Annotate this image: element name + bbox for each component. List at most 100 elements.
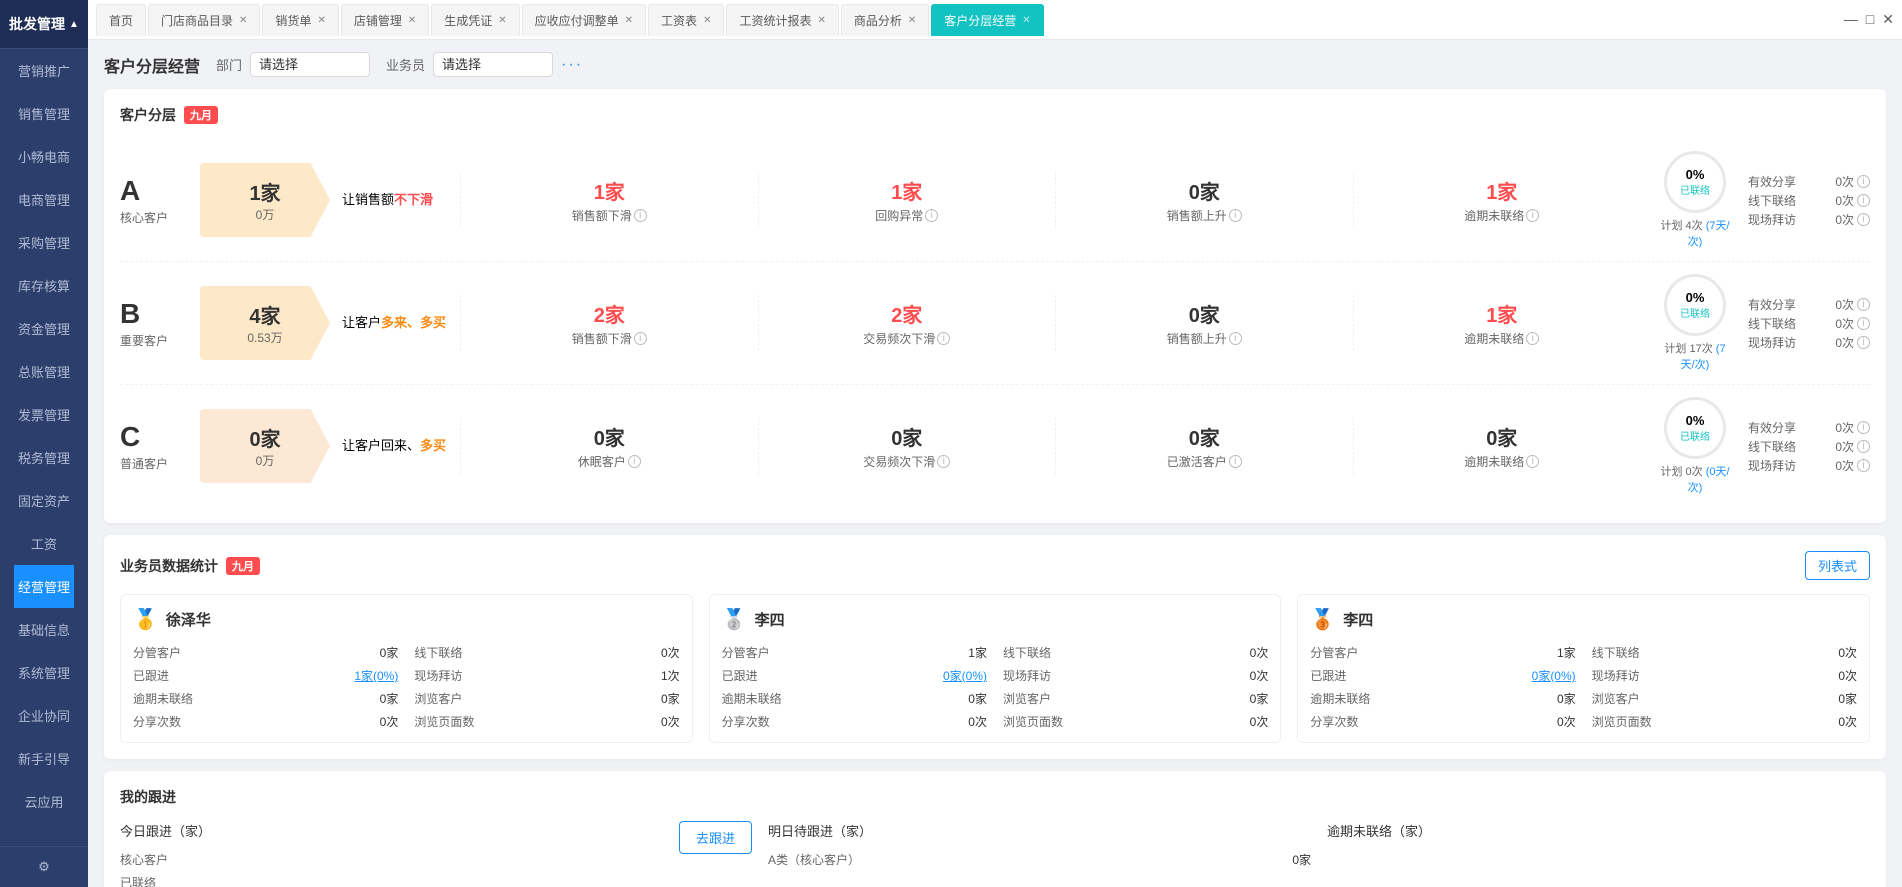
info-icon[interactable]: i xyxy=(1857,421,1870,434)
info-icon[interactable]: i xyxy=(937,455,950,468)
contact-circle: 0% 已联络 xyxy=(1664,274,1726,336)
tier-stat-item: 1家 销售额下滑 i xyxy=(460,172,758,228)
tab-close-icon[interactable]: ✕ xyxy=(908,15,916,26)
info-icon[interactable]: i xyxy=(1857,194,1870,207)
stat-number: 0家 xyxy=(1064,176,1345,205)
tier-stat-item: 2家 销售额下滑 i xyxy=(460,295,758,351)
stat-value[interactable]: 0家(0%) xyxy=(943,667,987,684)
tab-close-icon[interactable]: ✕ xyxy=(498,15,506,26)
tab-label: 门店商品目录 xyxy=(161,12,233,29)
info-icon[interactable]: i xyxy=(634,332,647,345)
stat-value[interactable]: 1家(0%) xyxy=(354,667,398,684)
info-icon[interactable]: i xyxy=(1857,317,1870,330)
sidebar-item-小畅电商[interactable]: 小畅电商 xyxy=(14,135,74,178)
info-icon[interactable]: i xyxy=(1857,336,1870,349)
info-icon[interactable]: i xyxy=(1526,455,1539,468)
tier-contact-col: 0% 已联络 计划 0次 (0天/次) xyxy=(1650,397,1740,495)
sidebar-item-营销推广[interactable]: 营销推广 xyxy=(14,49,74,92)
tab-店铺管理[interactable]: 店铺管理✕ xyxy=(341,4,429,36)
sidebar-item-销售管理[interactable]: 销售管理 xyxy=(14,92,74,135)
sidebar-collapse-icon[interactable]: ▲ xyxy=(69,19,79,30)
tab-生成凭证[interactable]: 生成凭证✕ xyxy=(431,4,519,36)
sidebar-item-基础信息[interactable]: 基础信息 xyxy=(14,608,74,651)
info-icon[interactable]: i xyxy=(1857,298,1870,311)
side-stat-label: 有效分享 xyxy=(1748,173,1796,190)
info-icon[interactable]: i xyxy=(1526,209,1539,222)
tier-count-box: 0家 0万 xyxy=(200,409,330,483)
sidebar-item-电商管理[interactable]: 电商管理 xyxy=(14,178,74,221)
sidebar-item-采购管理[interactable]: 采购管理 xyxy=(14,221,74,264)
info-icon[interactable]: i xyxy=(628,455,641,468)
info-icon[interactable]: i xyxy=(1857,175,1870,188)
stat-value[interactable]: 0家(0%) xyxy=(1532,667,1576,684)
sidebar-item-系统管理[interactable]: 系统管理 xyxy=(14,651,74,694)
sidebar-item-总账管理[interactable]: 总账管理 xyxy=(14,350,74,393)
window-maximize-icon[interactable]: □ xyxy=(1866,11,1874,28)
tab-close-icon[interactable]: ✕ xyxy=(625,15,633,26)
dept-select[interactable]: 请选择 xyxy=(250,52,370,77)
side-stat-row: 线下联络 0次 i xyxy=(1748,315,1870,332)
staff-stat-row: 分管客户 0家 xyxy=(133,644,398,661)
stat-label: 分享次数 xyxy=(133,713,181,730)
stat-number: 2家 xyxy=(469,299,750,328)
sidebar-item-云应用[interactable]: 云应用 xyxy=(14,780,74,823)
window-minimize-icon[interactable]: — xyxy=(1844,11,1858,28)
info-icon[interactable]: i xyxy=(1526,332,1539,345)
sidebar-item-企业协同[interactable]: 企业协同 xyxy=(14,694,74,737)
contact-tag: 已联络 xyxy=(1680,428,1710,443)
contact-plan-link[interactable]: (7天/次) xyxy=(1681,343,1726,371)
info-icon[interactable]: i xyxy=(1229,209,1242,222)
sidebar-item-经营管理[interactable]: 经营管理 xyxy=(14,565,74,608)
info-icon[interactable]: i xyxy=(1229,455,1242,468)
tab-close-icon[interactable]: ✕ xyxy=(1022,15,1030,26)
info-icon[interactable]: i xyxy=(937,332,950,345)
sidebar-item-固定资产[interactable]: 固定资产 xyxy=(14,479,74,522)
stat-label: 已跟进 xyxy=(722,667,758,684)
sidebar-item-资金管理[interactable]: 资金管理 xyxy=(14,307,74,350)
goto-followup-button[interactable]: 去跟进 xyxy=(679,821,752,854)
tier-count-num: 4家 xyxy=(247,300,282,329)
tab-close-icon[interactable]: ✕ xyxy=(817,15,825,26)
sidebar-item-新手引导[interactable]: 新手引导 xyxy=(14,737,74,780)
sidebar-item-工资[interactable]: 工资 xyxy=(14,522,74,565)
tier-stat-item: 0家 销售额上升 i xyxy=(1055,295,1353,351)
tab-close-icon[interactable]: ✕ xyxy=(317,15,325,26)
tab-首页[interactable]: 首页 xyxy=(96,4,146,36)
tier-letter: C xyxy=(120,421,200,453)
staff-select[interactable]: 请选择 xyxy=(433,52,553,77)
window-close-icon[interactable]: ✕ xyxy=(1882,11,1894,28)
tab-close-icon[interactable]: ✕ xyxy=(703,15,711,26)
sidebar-top[interactable]: 批发管理 ▲ xyxy=(0,0,88,49)
tab-工资统计报表[interactable]: 工资统计报表✕ xyxy=(726,4,838,36)
stat-label: 浏览客户 xyxy=(414,690,462,707)
info-icon[interactable]: i xyxy=(1857,459,1870,472)
tier-amount: 0.53万 xyxy=(247,329,282,346)
info-icon[interactable]: i xyxy=(925,209,938,222)
info-icon[interactable]: i xyxy=(634,209,647,222)
contact-plan-link[interactable]: (7天/次) xyxy=(1688,220,1730,248)
sidebar-item-税务管理[interactable]: 税务管理 xyxy=(14,436,74,479)
list-view-button[interactable]: 列表式 xyxy=(1805,551,1870,580)
tab-门店商品目录[interactable]: 门店商品目录 ✕ xyxy=(148,4,260,36)
contact-plan-link[interactable]: (0天/次) xyxy=(1688,466,1730,494)
tab-商品分析[interactable]: 商品分析✕ xyxy=(841,4,929,36)
side-stat-label: 有效分享 xyxy=(1748,296,1796,313)
tab-close-icon[interactable]: ✕ xyxy=(408,15,416,26)
info-icon[interactable]: i xyxy=(1229,332,1242,345)
stat-value: 0次 xyxy=(1838,713,1857,730)
staff-name: 李四 xyxy=(755,609,785,630)
tier-stat-item: 0家 交易频次下滑 i xyxy=(758,418,1056,474)
tab-销货单[interactable]: 销货单✕ xyxy=(262,4,338,36)
sidebar-item-发票管理[interactable]: 发票管理 xyxy=(14,393,74,436)
tab-close-icon[interactable]: ✕ xyxy=(239,15,247,26)
tab-客户分层经营[interactable]: 客户分层经营✕ xyxy=(931,4,1043,36)
tab-工资表[interactable]: 工资表✕ xyxy=(648,4,724,36)
info-icon[interactable]: i xyxy=(1857,213,1870,226)
tab-应收应付调整单[interactable]: 应收应付调整单✕ xyxy=(522,4,646,36)
info-icon[interactable]: i xyxy=(1857,440,1870,453)
sidebar-item-库存核算[interactable]: 库存核算 xyxy=(14,264,74,307)
filter-more-icon[interactable]: ··· xyxy=(561,56,583,74)
stat-value: 1家 xyxy=(1557,644,1576,661)
side-stat-val: 0次 xyxy=(1835,296,1854,313)
sidebar-settings[interactable]: ⚙ xyxy=(0,846,88,887)
